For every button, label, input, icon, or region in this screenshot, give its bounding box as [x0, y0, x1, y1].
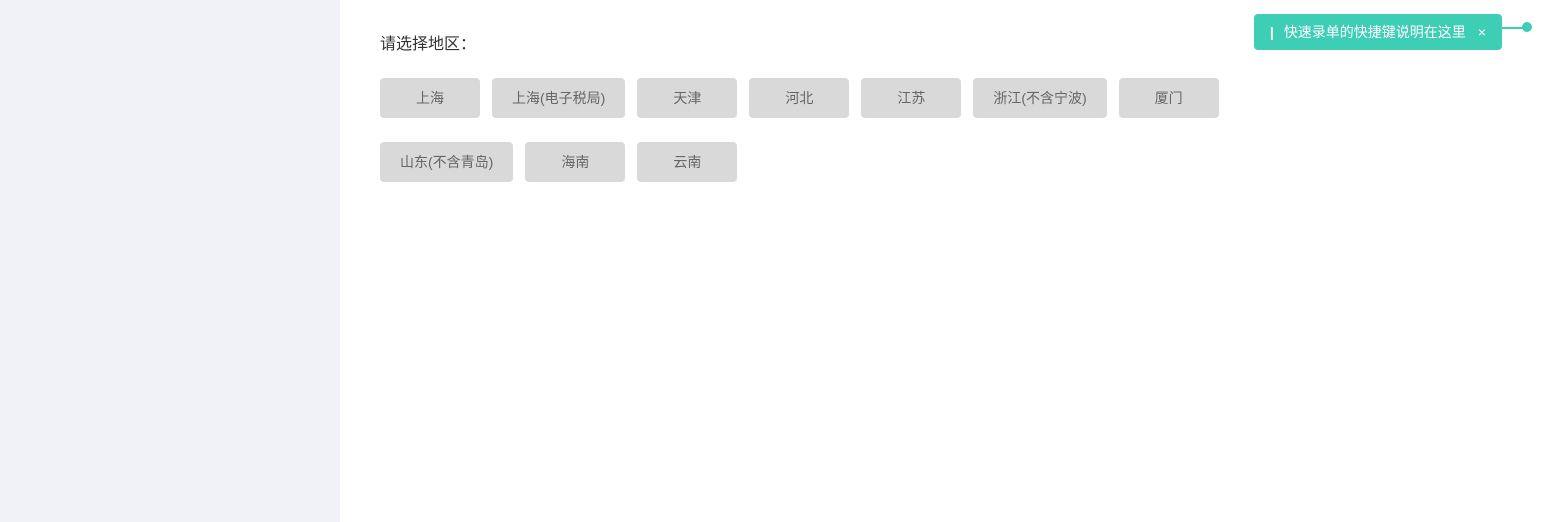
region-btn-hainan[interactable]: 海南 — [525, 142, 625, 182]
region-btn-yunnan[interactable]: 云南 — [637, 142, 737, 182]
region-btn-hebei[interactable]: 河北 — [749, 78, 849, 118]
region-buttons: 上海 上海(电子税局) 天津 河北 江苏 浙江(不含宁波) 厦门 山东(不含青岛… — [380, 78, 1522, 182]
region-btn-shanghai[interactable]: 上海 — [380, 78, 480, 118]
tooltip-banner: 快速录单的快捷键说明在这里 × — [1254, 14, 1502, 50]
region-btn-tianjin[interactable]: 天津 — [637, 78, 737, 118]
tooltip-close-button[interactable]: × — [1478, 24, 1486, 40]
main-content: 请选择地区： 上海 上海(电子税局) 天津 河北 江苏 浙江(不含宁波) 厦门 … — [340, 0, 1562, 522]
left-sidebar — [0, 0, 340, 522]
tooltip-text: 快速录单的快捷键说明在这里 — [1284, 22, 1466, 42]
region-btn-shanghai-etax[interactable]: 上海(电子税局) — [492, 78, 625, 118]
region-btn-jiangsu[interactable]: 江苏 — [861, 78, 961, 118]
region-btn-xiamen[interactable]: 厦门 — [1119, 78, 1219, 118]
region-btn-zhejiang[interactable]: 浙江(不含宁波) — [973, 78, 1106, 118]
region-btn-shandong[interactable]: 山东(不含青岛) — [380, 142, 513, 182]
tooltip-dot — [1522, 22, 1532, 32]
